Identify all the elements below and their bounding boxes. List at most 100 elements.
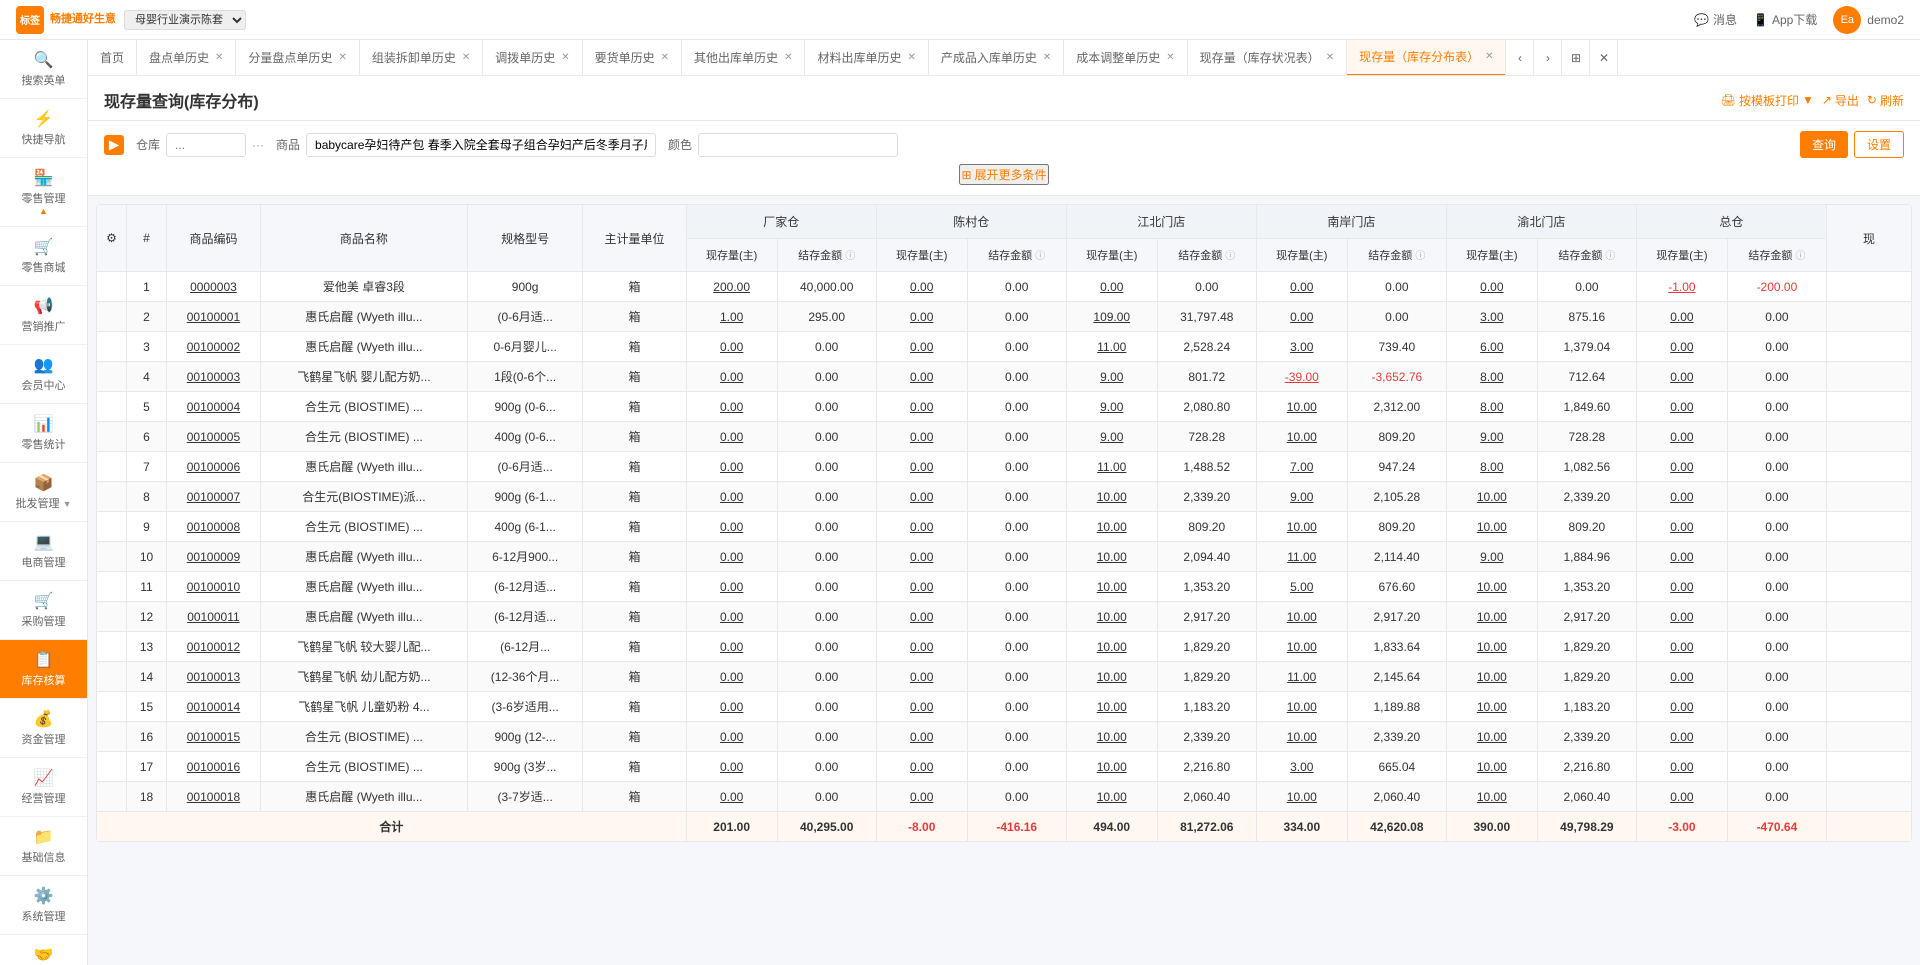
sidebar-item-mall[interactable]: 🛒 零售商城 [0,227,87,286]
tab-prev-btn[interactable]: ‹ [1506,40,1534,76]
table-cell: 箱 [583,692,686,722]
tab-stock-status[interactable]: 现存量（库存状况表） ✕ [1188,40,1347,76]
app-btn[interactable]: 📱 App下载 [1753,11,1817,28]
tab-stock-dist[interactable]: 现存量（库存分布表） ✕ [1347,40,1506,76]
sidebar-item-marketing[interactable]: 📢 营销推广 [0,286,87,345]
tab-cost-adj[interactable]: 成本调整单历史 ✕ [1064,40,1187,76]
table-cell: 0.00 [876,692,967,722]
table-cell: 10.00 [1066,662,1157,692]
tab-close-4[interactable]: ✕ [561,52,569,63]
tab-stock-history[interactable]: 盘点单历史 ✕ [137,40,236,76]
msg-btn[interactable]: 💬 消息 [1694,11,1737,28]
expand-btn[interactable]: ▶ [104,135,124,155]
sidebar-item-basic[interactable]: 📁 基础信息 [0,817,87,876]
tab-req[interactable]: 要货单历史 ✕ [583,40,682,76]
sidebar-item-nav[interactable]: ⚡ 快捷导航 [0,99,87,158]
sidebar-item-retail-stats[interactable]: 📊 零售统计 [0,404,87,463]
table-cell[interactable]: 00100008 [167,512,261,542]
tab-assembly[interactable]: 组装拆卸单历史 ✕ [360,40,483,76]
tab-product-in[interactable]: 产成品入库单历史 ✕ [929,40,1064,76]
table-cell[interactable]: 00100012 [167,632,261,662]
tab-close-1[interactable]: ✕ [215,52,223,63]
logo-abbr: 标签 [20,12,40,27]
table-cell[interactable]: 00100006 [167,452,261,482]
settings-btn[interactable]: 设置 [1854,131,1904,158]
table-cell[interactable]: 00100002 [167,332,261,362]
table-cell[interactable]: 00100010 [167,572,261,602]
sidebar-item-system[interactable]: ⚙️ 系统管理 [0,876,87,935]
table-cell[interactable]: 00100013 [167,662,261,692]
sidebar-item-retail-mgmt[interactable]: 🏪 零售管理 ▲ [0,158,87,227]
tab-close-10[interactable]: ✕ [1326,52,1334,63]
tab-close-2[interactable]: ✕ [338,52,346,63]
inventory-table: ⚙ # 商品编码 商品名称 规格型号 主计量单位 厂家仓 陈村仓 江北门店 南岸… [96,204,1912,842]
table-cell: 0.00 [876,542,967,572]
tab-close-6[interactable]: ✕ [784,52,792,63]
tab-close-all-btn[interactable]: ✕ [1590,40,1618,76]
table-cell[interactable]: 00100018 [167,782,261,812]
footer-cell: 40,295.00 [777,812,876,842]
sidebar-item-finance[interactable]: 💰 资金管理 [0,699,87,758]
table-row: 1300100012飞鹤星飞帆 较大婴儿配...(6-12月...箱0.000.… [97,632,1912,662]
export-btn[interactable]: ↗ 导出 [1822,92,1859,109]
company-select[interactable]: 母婴行业演示陈套 [124,10,246,30]
warehouse-dots[interactable]: ··· [252,138,264,152]
tab-other-out[interactable]: 其他出库单历史 ✕ [682,40,805,76]
table-cell[interactable]: 00100003 [167,362,261,392]
tab-close-9[interactable]: ✕ [1166,52,1174,63]
warehouse-input[interactable] [166,133,246,157]
tab-close-11[interactable]: ✕ [1485,51,1493,62]
table-cell[interactable]: 00100015 [167,722,261,752]
table-cell: 0.00 [876,602,967,632]
table-cell: 2,114.40 [1347,542,1446,572]
sidebar-item-wholesale[interactable]: 📦 批发管理 ▼ [0,463,87,522]
table-cell[interactable]: 00100016 [167,752,261,782]
table-cell: 18 [127,782,167,812]
sidebar-item-search[interactable]: 🔍 搜索英单 [0,40,87,99]
table-cell: 箱 [583,602,686,632]
table-cell: 200.00 [686,272,777,302]
tab-split-stock[interactable]: 分量盘点单历史 ✕ [236,40,359,76]
table-cell[interactable]: 00100004 [167,392,261,422]
table-cell: 1,488.52 [1157,452,1256,482]
sidebar-item-purchase[interactable]: 🛒 采购管理 [0,581,87,640]
th-settings[interactable]: ⚙ [97,205,127,272]
table-cell [97,572,127,602]
table-cell: 10.00 [1256,512,1347,542]
table-cell: 0.00 [876,332,967,362]
goods-input[interactable] [306,133,656,157]
purchase-icon: 🛒 [4,591,83,611]
table-cell[interactable]: 00100009 [167,542,261,572]
sidebar-item-inventory[interactable]: 📋 库存核算 [0,640,87,699]
table-cell: 2,216.80 [1157,752,1256,782]
table-cell[interactable]: 00100005 [167,422,261,452]
tab-close-3[interactable]: ✕ [462,52,470,63]
print-btn[interactable]: 🖨 按模板打印 ▼ [1721,92,1814,109]
table-cell[interactable]: 00100014 [167,692,261,722]
sidebar-item-members[interactable]: 👥 会员中心 [0,345,87,404]
sidebar-item-operation[interactable]: 📈 经营管理 [0,758,87,817]
table-row: 1100100010惠氏启醒 (Wyeth illu...(6-12月适...箱… [97,572,1912,602]
tab-close-8[interactable]: ✕ [1043,52,1051,63]
table-cell[interactable]: 00100007 [167,482,261,512]
tab-transfer[interactable]: 调拨单历史 ✕ [483,40,582,76]
table-cell[interactable]: 00100001 [167,302,261,332]
user-area[interactable]: Ea demo2 [1833,6,1904,34]
tab-close-7[interactable]: ✕ [907,52,915,63]
sidebar-label-system: 系统管理 [22,911,66,923]
tab-more-btn[interactable]: ⊞ [1562,40,1590,76]
tab-home[interactable]: 首页 [88,40,137,76]
refresh-btn[interactable]: ↻ 刷新 [1867,92,1904,109]
tab-next-btn[interactable]: › [1534,40,1562,76]
sidebar-item-collab[interactable]: 🤝 企业协同 [0,935,87,965]
tab-close-5[interactable]: ✕ [661,52,669,63]
goods-field: 商品 [276,133,656,157]
table-cell[interactable]: 00100011 [167,602,261,632]
table-cell[interactable]: 0000003 [167,272,261,302]
table-cell: 0.00 [686,722,777,752]
sidebar-item-ecom[interactable]: 💻 电商管理 [0,522,87,581]
expand-more-btn[interactable]: ⊞ 展开更多条件 [959,164,1048,185]
color-input[interactable] [698,133,898,157]
tab-material-out[interactable]: 材料出库单历史 ✕ [805,40,928,76]
query-btn[interactable]: 查询 [1800,131,1848,158]
